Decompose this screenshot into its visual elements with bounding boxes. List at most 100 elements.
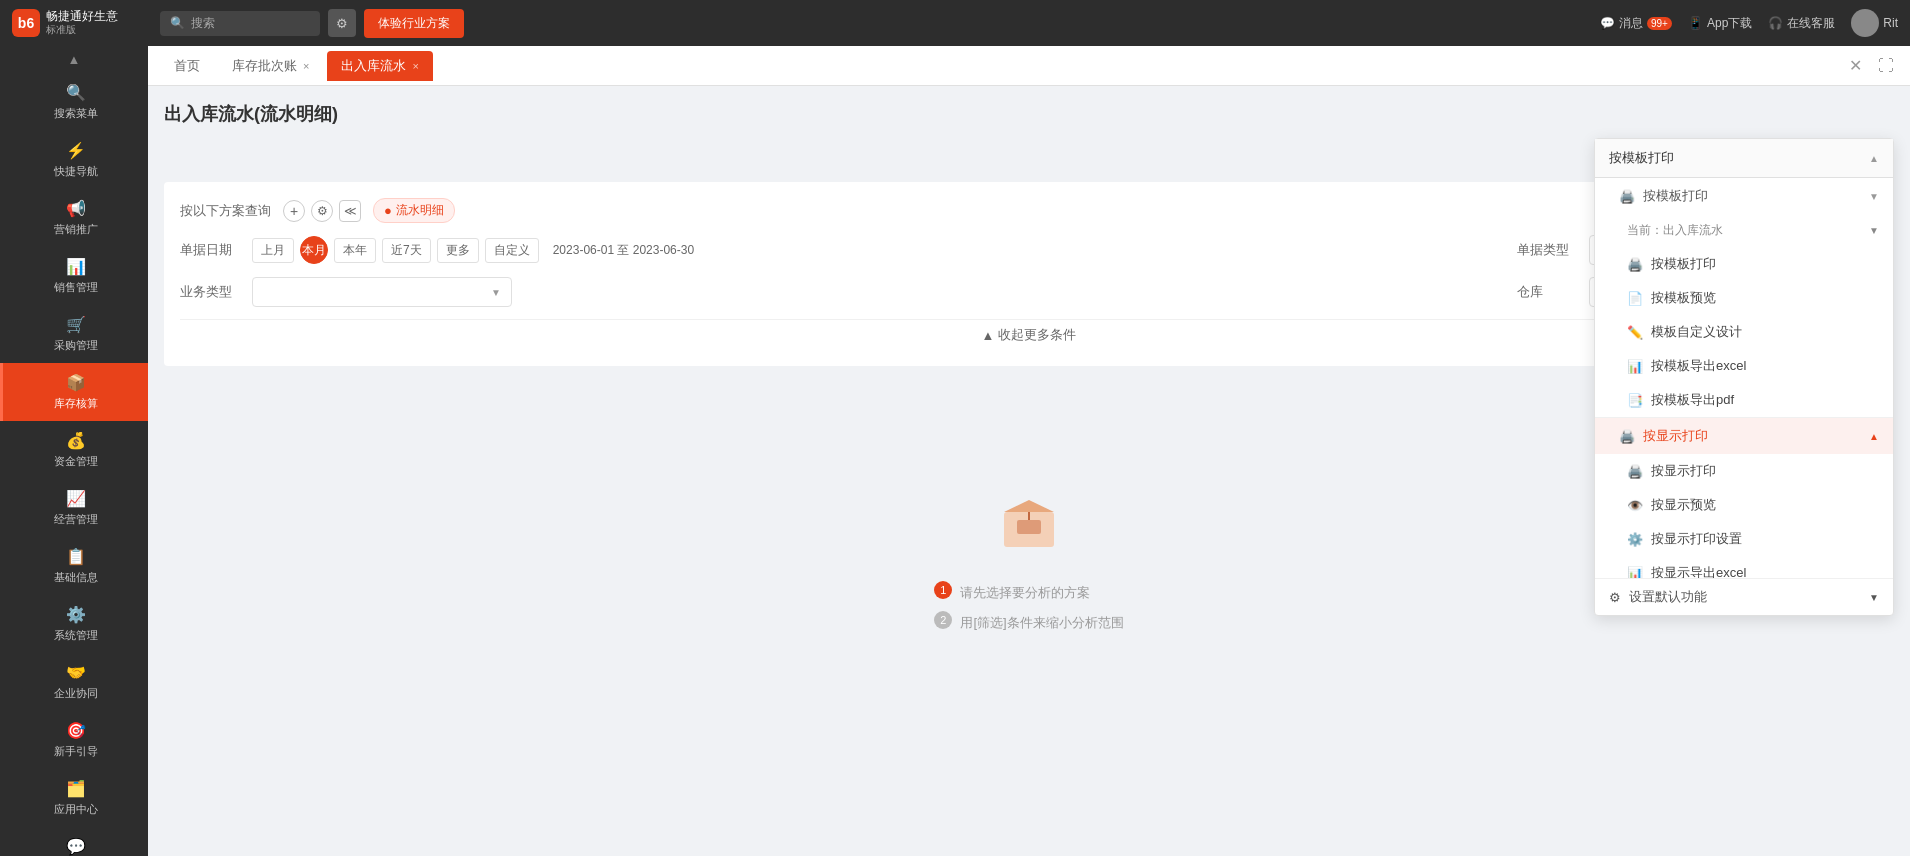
dropdown-item-template-excel[interactable]: 📊 按模板导出excel [1595,349,1893,383]
tip-number-1: 1 [934,581,952,599]
sidebar-scroll-up[interactable]: ▲ [0,46,148,73]
sidebar-label-basic-info: 基础信息 [54,570,98,585]
top-header: b6 畅捷通好生意 标准版 🔍 搜索 ⚙ 体验行业方案 💬 消息 99+ 📱 A… [0,0,1910,46]
tag-icon: ● [384,203,392,218]
tab-close-window-btn[interactable]: ✕ [1845,54,1866,77]
tab-batch-account-close[interactable]: × [303,60,309,72]
message-badge: 99+ [1647,17,1672,30]
sidebar-item-sales[interactable]: 📊 销售管理 [0,247,148,305]
dropdown-bottom-settings[interactable]: ⚙ 设置默认功能 ▼ [1595,578,1893,615]
marketing-icon: 📢 [66,199,86,218]
dropdown-item-template-preview[interactable]: 📄 按模板预览 [1595,281,1893,315]
date-current-month-btn[interactable]: 本月 [300,236,328,264]
sidebar-item-marketing[interactable]: 📢 营销推广 [0,189,148,247]
flow-detail-tag[interactable]: ● 流水明细 [373,198,455,223]
sidebar-item-cooperation[interactable]: 🤝 企业协同 [0,653,148,711]
header-search[interactable]: 🔍 搜索 [160,11,320,36]
display-print-section-arrow: ▲ [1869,431,1879,442]
template-excel-label: 按模板导出excel [1651,357,1746,375]
dropdown-section-display-header[interactable]: 🖨️ 按显示打印 ▲ [1595,418,1893,454]
app-download-item[interactable]: 📱 App下载 [1688,15,1752,32]
default-settings-icon: ⚙ [1609,590,1621,605]
date-filter-group: 上月 本月 本年 近7天 更多 自定义 2023-06-01 至 2023-06… [252,236,694,264]
template-print-section-arrow: ▼ [1869,191,1879,202]
sales-icon: 📊 [66,257,86,276]
tab-batch-account[interactable]: 库存批次账 × [218,51,323,81]
dropdown-section-template-header[interactable]: 🖨️ 按模板打印 ▼ [1595,178,1893,214]
dropdown-item-display-print[interactable]: 🖨️ 按显示打印 [1595,454,1893,488]
dropdown-item-template-print[interactable]: 🖨️ 按模板打印 [1595,247,1893,281]
logo-sub: 标准版 [46,23,118,37]
sidebar-item-basic-info[interactable]: 📋 基础信息 [0,537,148,595]
empty-tip-1: 请先选择要分析的方案 [960,584,1090,602]
biz-type-select[interactable]: ▼ [252,277,512,307]
sidebar-item-quick-nav[interactable]: ⚡ 快捷导航 [0,131,148,189]
date-current-year-btn[interactable]: 本年 [334,238,376,263]
dropdown-item-template-custom[interactable]: ✏️ 模板自定义设计 [1595,315,1893,349]
current-sub-arrow: ▼ [1869,225,1879,236]
message-item[interactable]: 💬 消息 99+ [1600,15,1672,32]
tab-home[interactable]: 首页 [160,51,214,81]
tab-expand-btn[interactable]: ⛶ [1874,55,1898,77]
date-recent7-btn[interactable]: 近7天 [382,238,431,263]
sidebar-item-business[interactable]: 📈 经营管理 [0,479,148,537]
sidebar-item-search-menu[interactable]: 🔍 搜索菜单 [0,73,148,131]
purchase-icon: 🛒 [66,315,86,334]
wechat-icon: 💬 [66,837,86,856]
collapse-icon: ▲ [982,328,995,343]
dropdown-item-display-preview[interactable]: 👁️ 按显示预览 [1595,488,1893,522]
sidebar-label-inventory: 库存核算 [54,396,98,411]
template-preview-label: 按模板预览 [1651,289,1716,307]
dropdown-header[interactable]: 按模板打印 ▲ [1595,139,1893,178]
filter-scheme-label: 按以下方案查询 [180,202,271,220]
dropdown-current-sub[interactable]: 当前：出入库流水 ▼ [1595,214,1893,247]
tab-inventory-flow-close[interactable]: × [412,60,418,72]
header-right: 💬 消息 99+ 📱 App下载 🎧 在线客服 Rit [1600,9,1898,37]
display-settings-label: 按显示打印设置 [1651,530,1742,548]
logo-area: b6 畅捷通好生意 标准版 [12,9,152,37]
sidebar-label-cooperation: 企业协同 [54,686,98,701]
filter-add-button[interactable]: + [283,200,305,222]
doc-type-label: 单据类型 [1517,241,1577,259]
user-avatar-item[interactable]: Rit [1851,9,1898,37]
sidebar-item-app-center[interactable]: 🗂️ 应用中心 [0,769,148,827]
sidebar-item-inventory[interactable]: 📦 库存核算 [0,363,148,421]
trial-button[interactable]: 体验行业方案 [364,9,464,38]
dropdown-title: 按模板打印 [1609,149,1674,167]
filter-settings-button[interactable]: ⚙ [311,200,333,222]
date-prev-month-btn[interactable]: 上月 [252,238,294,263]
sidebar-item-purchase[interactable]: 🛒 采购管理 [0,305,148,363]
business-icon: 📈 [66,489,86,508]
sidebar-item-finance[interactable]: 💰 资金管理 [0,421,148,479]
template-preview-icon: 📄 [1627,291,1643,306]
sidebar-item-guide[interactable]: 🎯 新手引导 [0,711,148,769]
quick-nav-icon: ⚡ [66,141,86,160]
date-more-btn[interactable]: 更多 [437,238,479,263]
tab-bar: 首页 库存批次账 × 出入库流水 × ✕ ⛶ [148,46,1910,86]
date-custom-btn[interactable]: 自定义 [485,238,539,263]
online-service-icon: 🎧 [1768,16,1783,30]
sidebar-label-marketing: 营销推广 [54,222,98,237]
tab-batch-account-label: 库存批次账 [232,57,297,75]
tag-label: 流水明细 [396,202,444,219]
message-label: 消息 [1619,15,1643,32]
sidebar-item-wechat[interactable]: 💬 企业微信 [0,827,148,856]
template-excel-icon: 📊 [1627,359,1643,374]
filter-collapse-button[interactable]: ≪ [339,200,361,222]
warehouse-label: 仓库 [1517,283,1577,301]
sidebar-label-app-center: 应用中心 [54,802,98,817]
online-service-label: 在线客服 [1787,15,1835,32]
guide-icon: 🎯 [66,721,86,740]
tab-inventory-flow[interactable]: 出入库流水 × [327,51,432,81]
dropdown-item-display-settings[interactable]: ⚙️ 按显示打印设置 [1595,522,1893,556]
display-excel-icon: 📊 [1627,566,1643,579]
online-service-item[interactable]: 🎧 在线客服 [1768,15,1835,32]
sidebar-label-search-menu: 搜索菜单 [54,106,98,121]
sidebar-item-system[interactable]: ⚙️ 系统管理 [0,595,148,653]
dropdown-item-template-pdf[interactable]: 📑 按模板导出pdf [1595,383,1893,417]
main-layout: ▲ 🔍 搜索菜单 ⚡ 快捷导航 📢 营销推广 📊 销售管理 🛒 采购管理 📦 库… [0,46,1910,856]
search-menu-icon: 🔍 [66,83,86,102]
header-settings-icon[interactable]: ⚙ [328,9,356,37]
logo-icon: b6 [12,9,40,37]
dropdown-item-display-excel[interactable]: 📊 按显示导出excel [1595,556,1893,578]
